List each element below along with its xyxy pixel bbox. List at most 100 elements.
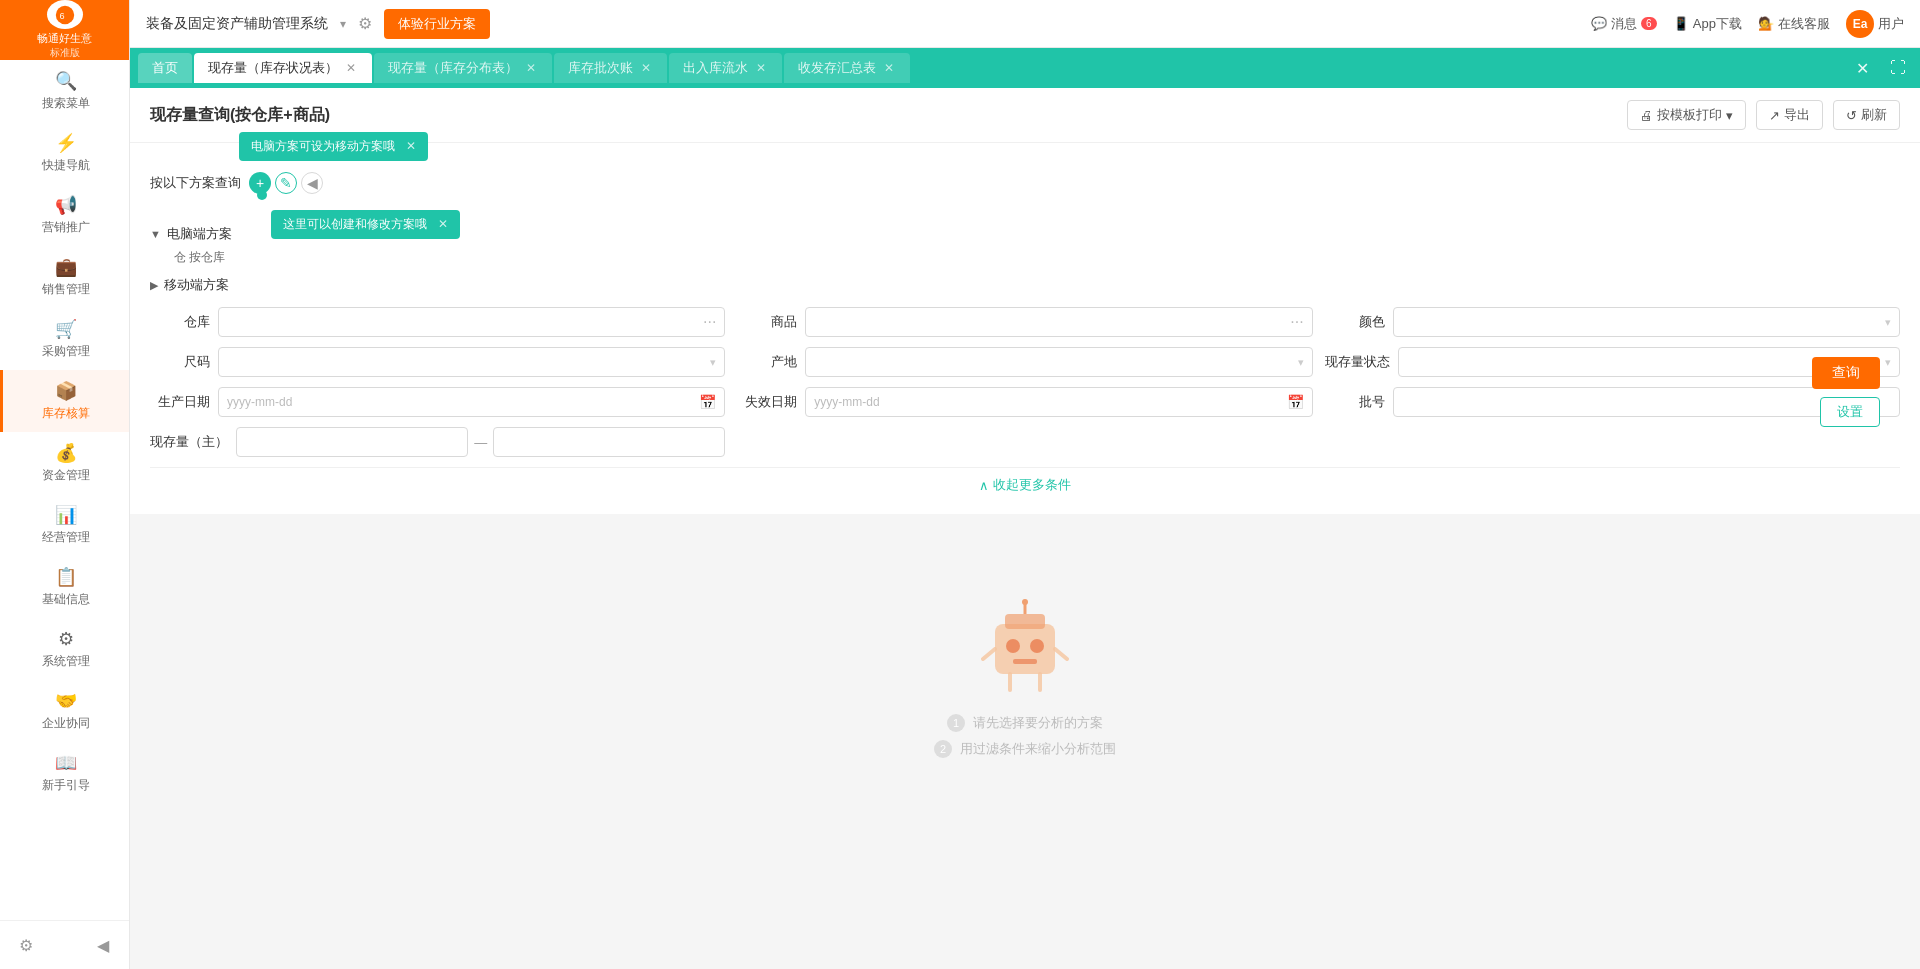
- filter-field-warehouse: 仓库 ···: [150, 307, 725, 337]
- sidebar-item-system[interactable]: ⚙ 系统管理: [0, 618, 129, 680]
- edit-tooltip-close[interactable]: ✕: [438, 217, 448, 231]
- stock-main-sep: —: [474, 435, 487, 450]
- tab-inventory-status-close[interactable]: ✕: [344, 61, 358, 75]
- export-btn[interactable]: ↗ 导出: [1756, 100, 1823, 130]
- online-support-btn[interactable]: 💁 在线客服: [1758, 15, 1830, 33]
- exp-date-input[interactable]: yyyy-mm-dd 📅: [805, 387, 1312, 417]
- sidebar-footer: ⚙ ◀: [0, 920, 129, 969]
- collapse-label: 收起更多条件: [993, 476, 1071, 494]
- search-icon: 🔍: [55, 70, 77, 92]
- svg-point-8: [1022, 599, 1028, 605]
- filter-field-prod-date: 生产日期 yyyy-mm-dd 📅: [150, 387, 725, 417]
- scheme-group-mobile-label: 移动端方案: [164, 276, 229, 294]
- filter-row-3: 生产日期 yyyy-mm-dd 📅 失效日期 yyyy-mm-dd 📅: [150, 387, 1900, 417]
- add-scheme-wrapper: + 电脑方案可设为移动方案哦 ✕: [249, 172, 271, 194]
- sidebar-item-operations[interactable]: 📊 经营管理: [0, 494, 129, 556]
- sidebar-item-sales[interactable]: 💼 销售管理: [0, 246, 129, 308]
- svg-point-5: [1030, 639, 1044, 653]
- tab-in-out-flow[interactable]: 出入库流水 ✕: [669, 53, 782, 83]
- filter-rows: 仓库 ··· 商品 ···: [150, 307, 1900, 457]
- size-select[interactable]: ▾: [218, 347, 725, 377]
- filter-settings-btn[interactable]: 设置: [1820, 397, 1880, 427]
- tab-batch-account-close[interactable]: ✕: [639, 61, 653, 75]
- svg-text:6: 6: [59, 10, 64, 20]
- user-label: 用户: [1878, 15, 1904, 33]
- filter-area: 按以下方案查询 + 电脑方案可设为移动方案哦 ✕ ✎ ◀: [130, 143, 1920, 514]
- sidebar-item-basic[interactable]: 📋 基础信息: [0, 556, 129, 618]
- collapse-btn[interactable]: ∧ 收起更多条件: [150, 467, 1900, 502]
- notification-icon: 💬: [1591, 16, 1607, 31]
- warehouse-select[interactable]: ···: [218, 307, 725, 337]
- sidebar-logo: 6 畅通好生意 标准版: [0, 0, 129, 60]
- topbar: 装备及固定资产辅助管理系统 ▾ ⚙ 体验行业方案 💬 消息 6 📱 App下载 …: [130, 0, 1920, 48]
- topbar-settings-icon[interactable]: ⚙: [358, 14, 372, 33]
- basic-icon: 📋: [55, 566, 77, 588]
- filter-fields-wrapper: 仓库 ··· 商品 ···: [150, 307, 1900, 457]
- sidebar-item-guide[interactable]: 📖 新手引导: [0, 742, 129, 804]
- refresh-btn[interactable]: ↺ 刷新: [1833, 100, 1900, 130]
- sidebar-item-purchase[interactable]: 🛒 采购管理: [0, 308, 129, 370]
- goods-select[interactable]: ···: [805, 307, 1312, 337]
- prod-date-label: 生产日期: [150, 393, 210, 411]
- sidebar-item-marketing[interactable]: 📢 营销推广: [0, 184, 129, 246]
- tab-home[interactable]: 首页: [138, 53, 192, 83]
- settings-footer-btn[interactable]: ⚙: [12, 931, 40, 959]
- sidebar-item-cooperation[interactable]: 🤝 企业协同: [0, 680, 129, 742]
- color-select[interactable]: ▾: [1393, 307, 1900, 337]
- app-download-btn[interactable]: 📱 App下载: [1673, 15, 1742, 33]
- sidebar-item-finance[interactable]: 💰 资金管理: [0, 432, 129, 494]
- app-badge: 标准版: [50, 46, 80, 60]
- tab-inventory-dist-label: 现存量（库存分布表）: [388, 59, 518, 77]
- stock-main-range: —: [236, 427, 725, 457]
- close-all-tabs-btn[interactable]: ✕: [1848, 54, 1876, 82]
- sidebar-item-inventory[interactable]: 📦 库存核算: [0, 370, 129, 432]
- scheme-group-mobile-header[interactable]: ▶ 移动端方案: [150, 273, 1900, 297]
- scheme-group-desktop-label: 电脑端方案: [167, 225, 232, 243]
- tab-summary-close[interactable]: ✕: [882, 61, 896, 75]
- filter-field-origin: 产地 ▾: [737, 347, 1312, 377]
- step-num-2: 2: [934, 740, 952, 758]
- origin-select[interactable]: ▾: [805, 347, 1312, 377]
- edit-scheme-btn[interactable]: ✎: [275, 172, 297, 194]
- system-dropdown-btn[interactable]: ▾: [340, 17, 346, 31]
- tab-inventory-dist[interactable]: 现存量（库存分布表） ✕: [374, 53, 552, 83]
- query-btn[interactable]: 查询: [1812, 357, 1880, 389]
- scheme-group-mobile: ▶ 移动端方案: [150, 273, 1900, 297]
- tab-inventory-status[interactable]: 现存量（库存状况表） ✕: [194, 53, 372, 83]
- filter-row-2: 尺码 ▾ 产地 ▾: [150, 347, 1900, 377]
- stock-main-start[interactable]: [236, 427, 468, 457]
- sidebar-item-nav[interactable]: ⚡ 快捷导航: [0, 122, 129, 184]
- svg-rect-3: [1005, 614, 1045, 629]
- main-area: 装备及固定资产辅助管理系统 ▾ ⚙ 体验行业方案 💬 消息 6 📱 App下载 …: [130, 0, 1920, 969]
- print-btn[interactable]: 🖨 按模板打印 ▾: [1627, 100, 1746, 130]
- collapse-sidebar-btn[interactable]: ◀: [89, 931, 117, 959]
- goods-dots[interactable]: ···: [1290, 313, 1303, 331]
- empty-state: 1 请先选择要分析的方案 2 用过滤条件来缩小分析范围: [130, 514, 1920, 838]
- scheme-item-warehouse[interactable]: 仓 按仓库: [150, 246, 1900, 269]
- print-dropdown-icon: ▾: [1726, 108, 1733, 123]
- sidebar-item-search[interactable]: 🔍 搜索菜单: [0, 60, 129, 122]
- warehouse-dots[interactable]: ···: [703, 313, 716, 331]
- filter-field-size: 尺码 ▾: [150, 347, 725, 377]
- maximize-btn[interactable]: ⛶: [1884, 54, 1912, 82]
- origin-arrow: ▾: [1298, 356, 1304, 369]
- add-scheme-tooltip: 电脑方案可设为移动方案哦 ✕: [239, 132, 428, 161]
- notification-btn[interactable]: 💬 消息 6: [1591, 15, 1657, 33]
- tab-in-out-flow-close[interactable]: ✕: [754, 61, 768, 75]
- tabbar-actions: ✕ ⛶: [1848, 54, 1912, 82]
- origin-label: 产地: [737, 353, 797, 371]
- size-label: 尺码: [150, 353, 210, 371]
- tab-summary[interactable]: 收发存汇总表 ✕: [784, 53, 910, 83]
- user-menu-btn[interactable]: Ea 用户: [1846, 10, 1904, 38]
- tab-inventory-dist-close[interactable]: ✕: [524, 61, 538, 75]
- filter-btns: 查询 设置: [1812, 357, 1880, 427]
- stock-main-end[interactable]: [493, 427, 725, 457]
- industry-btn[interactable]: 体验行业方案: [384, 9, 490, 39]
- topbar-right: 💬 消息 6 📱 App下载 💁 在线客服 Ea 用户: [1591, 10, 1904, 38]
- add-tooltip-close[interactable]: ✕: [406, 139, 416, 153]
- operations-icon: 📊: [55, 504, 77, 526]
- prod-date-start[interactable]: yyyy-mm-dd 📅: [218, 387, 725, 417]
- filter-label: 按以下方案查询: [150, 174, 241, 192]
- tab-batch-account[interactable]: 库存批次账 ✕: [554, 53, 667, 83]
- prev-scheme-btn[interactable]: ◀: [301, 172, 323, 194]
